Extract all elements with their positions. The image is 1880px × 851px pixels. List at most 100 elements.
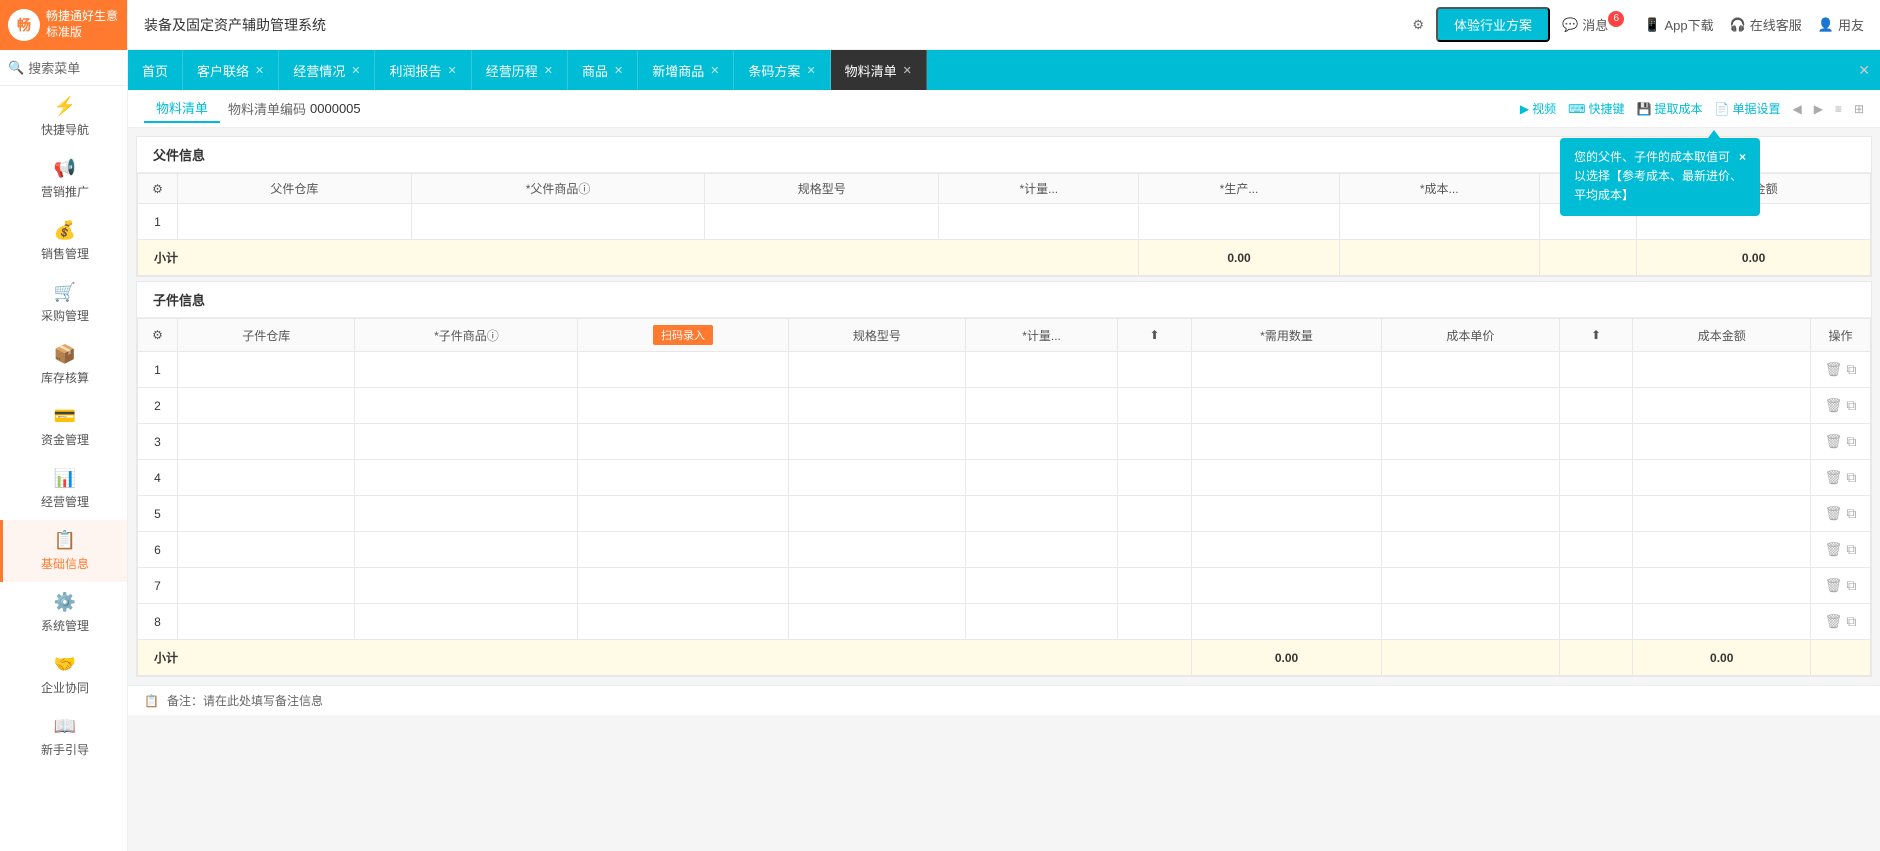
tab-customer[interactable]: 客户联络 ✕ <box>183 50 279 90</box>
tab-barcode[interactable]: 条码方案 ✕ <box>734 50 830 90</box>
user-menu[interactable]: 👤 用友 <box>1818 15 1864 34</box>
child-row-unit-2[interactable] <box>966 424 1118 460</box>
child-row-qty-6[interactable] <box>1191 568 1381 604</box>
parent-row-cost[interactable] <box>1339 204 1539 240</box>
child-row-unit-3[interactable] <box>966 460 1118 496</box>
sidebar-item-collaboration[interactable]: 🤝 企业协同 <box>0 644 127 706</box>
sidebar-item-quick-nav[interactable]: ⚡ 快捷导航 <box>0 86 127 148</box>
delete-icon-1[interactable]: 🗑 <box>1825 397 1843 414</box>
child-row-extra-2[interactable] <box>1118 424 1192 460</box>
copy-icon-3[interactable]: ⧉ <box>1846 469 1856 486</box>
child-row-spec-4[interactable] <box>788 496 965 532</box>
tab-product[interactable]: 商品 ✕ <box>568 50 638 90</box>
child-row-unit-1[interactable] <box>966 388 1118 424</box>
child-row-unit-cost-4[interactable] <box>1382 496 1559 532</box>
child-row-unit-7[interactable] <box>966 604 1118 640</box>
sidebar-item-finance[interactable]: 💳 资金管理 <box>0 396 127 458</box>
child-row-warehouse-0[interactable] <box>178 352 355 388</box>
child-row-warehouse-7[interactable] <box>178 604 355 640</box>
tab-new-product[interactable]: 新增商品 ✕ <box>638 50 734 90</box>
child-row-unit-cost-3[interactable] <box>1382 460 1559 496</box>
copy-icon-7[interactable]: ⧉ <box>1846 613 1856 630</box>
tab-operation-status[interactable]: 经营情况 ✕ <box>279 50 375 90</box>
child-row-spec-1[interactable] <box>788 388 965 424</box>
child-row-scan-7[interactable] <box>578 604 788 640</box>
child-row-product-3[interactable] <box>355 460 578 496</box>
child-row-warehouse-5[interactable] <box>178 532 355 568</box>
child-row-warehouse-4[interactable] <box>178 496 355 532</box>
child-row-spec-7[interactable] <box>788 604 965 640</box>
child-col-gear[interactable]: ⚙ <box>138 319 178 352</box>
child-col-scan[interactable]: 扫码录入 <box>578 319 788 352</box>
child-row-spec-3[interactable] <box>788 460 965 496</box>
child-row-scan-0[interactable] <box>578 352 788 388</box>
search-menu-item[interactable]: 🔍 搜索菜单 <box>0 50 127 86</box>
child-row-scan-1[interactable] <box>578 388 788 424</box>
tab-close-customer[interactable]: ✕ <box>255 64 264 77</box>
sidebar-item-basic-info[interactable]: 📋 基础信息 <box>0 520 127 582</box>
tab-profit[interactable]: 利润报告 ✕ <box>375 50 471 90</box>
child-row-extra2-2[interactable] <box>1559 424 1633 460</box>
child-row-spec-6[interactable] <box>788 568 965 604</box>
child-row-qty-7[interactable] <box>1191 604 1381 640</box>
child-row-unit-5[interactable] <box>966 532 1118 568</box>
child-row-unit-4[interactable] <box>966 496 1118 532</box>
scan-input-button[interactable]: 扫码录入 <box>653 325 713 345</box>
tab-home[interactable]: 首页 <box>128 50 183 90</box>
delete-icon-0[interactable]: 🗑 <box>1825 361 1843 378</box>
delete-icon-7[interactable]: 🗑 <box>1825 613 1843 630</box>
child-row-unit-cost-2[interactable] <box>1382 424 1559 460</box>
shortcut-button[interactable]: ⌨ 快捷键 <box>1568 100 1624 117</box>
child-row-product-6[interactable] <box>355 568 578 604</box>
child-row-extra2-1[interactable] <box>1559 388 1633 424</box>
online-service-button[interactable]: 🎧 在线客服 <box>1730 15 1802 34</box>
child-row-unit-6[interactable] <box>966 568 1118 604</box>
child-row-product-1[interactable] <box>355 388 578 424</box>
parent-row-product[interactable] <box>411 204 705 240</box>
child-row-extra-6[interactable] <box>1118 568 1192 604</box>
child-row-extra-4[interactable] <box>1118 496 1192 532</box>
copy-icon-6[interactable]: ⧉ <box>1846 577 1856 594</box>
child-row-extra2-6[interactable] <box>1559 568 1633 604</box>
doc-settings-button[interactable]: 📄 单据设置 <box>1714 100 1780 117</box>
delete-icon-4[interactable]: 🗑 <box>1825 505 1843 522</box>
copy-icon-1[interactable]: ⧉ <box>1846 397 1856 414</box>
close-all-tabs[interactable]: ✕ <box>1848 62 1880 79</box>
child-row-spec-2[interactable] <box>788 424 965 460</box>
child-row-unit-cost-0[interactable] <box>1382 352 1559 388</box>
tab-close-product[interactable]: ✕ <box>614 64 623 77</box>
child-row-qty-3[interactable] <box>1191 460 1381 496</box>
messages-button[interactable]: 💬 消息 6 <box>1562 15 1628 34</box>
sidebar-item-operation[interactable]: 📊 经营管理 <box>0 458 127 520</box>
delete-icon-3[interactable]: 🗑 <box>1825 469 1843 486</box>
nav-next-icon[interactable]: ▶ <box>1814 102 1823 116</box>
child-row-extra-1[interactable] <box>1118 388 1192 424</box>
child-row-qty-2[interactable] <box>1191 424 1381 460</box>
child-row-product-4[interactable] <box>355 496 578 532</box>
expand-icon[interactable]: ⊞ <box>1854 102 1864 116</box>
child-row-warehouse-3[interactable] <box>178 460 355 496</box>
child-row-scan-3[interactable] <box>578 460 788 496</box>
tab-bom[interactable]: 物料清单 ✕ <box>831 50 927 90</box>
child-row-extra2-3[interactable] <box>1559 460 1633 496</box>
child-row-scan-4[interactable] <box>578 496 788 532</box>
sidebar-item-inventory[interactable]: 📦 库存核算 <box>0 334 127 396</box>
copy-icon-2[interactable]: ⧉ <box>1846 433 1856 450</box>
child-row-extra-3[interactable] <box>1118 460 1192 496</box>
extract-cost-button[interactable]: 💾 提取成本 <box>1637 100 1703 117</box>
child-row-unit-cost-5[interactable] <box>1382 532 1559 568</box>
sidebar-item-marketing[interactable]: 📢 营销推广 <box>0 148 127 210</box>
child-row-qty-4[interactable] <box>1191 496 1381 532</box>
app-download-button[interactable]: 📱 App下载 <box>1644 15 1713 34</box>
parent-row-warehouse[interactable] <box>178 204 412 240</box>
child-row-unit-cost-1[interactable] <box>1382 388 1559 424</box>
delete-icon-6[interactable]: 🗑 <box>1825 577 1843 594</box>
child-row-qty-1[interactable] <box>1191 388 1381 424</box>
tab-close-history[interactable]: ✕ <box>544 64 553 77</box>
child-row-extra2-5[interactable] <box>1559 532 1633 568</box>
child-row-extra2-7[interactable] <box>1559 604 1633 640</box>
child-row-extra-0[interactable] <box>1118 352 1192 388</box>
video-button[interactable]: ▶ 视频 <box>1520 100 1556 117</box>
parent-col-gear[interactable]: ⚙ <box>138 174 178 204</box>
child-row-warehouse-1[interactable] <box>178 388 355 424</box>
